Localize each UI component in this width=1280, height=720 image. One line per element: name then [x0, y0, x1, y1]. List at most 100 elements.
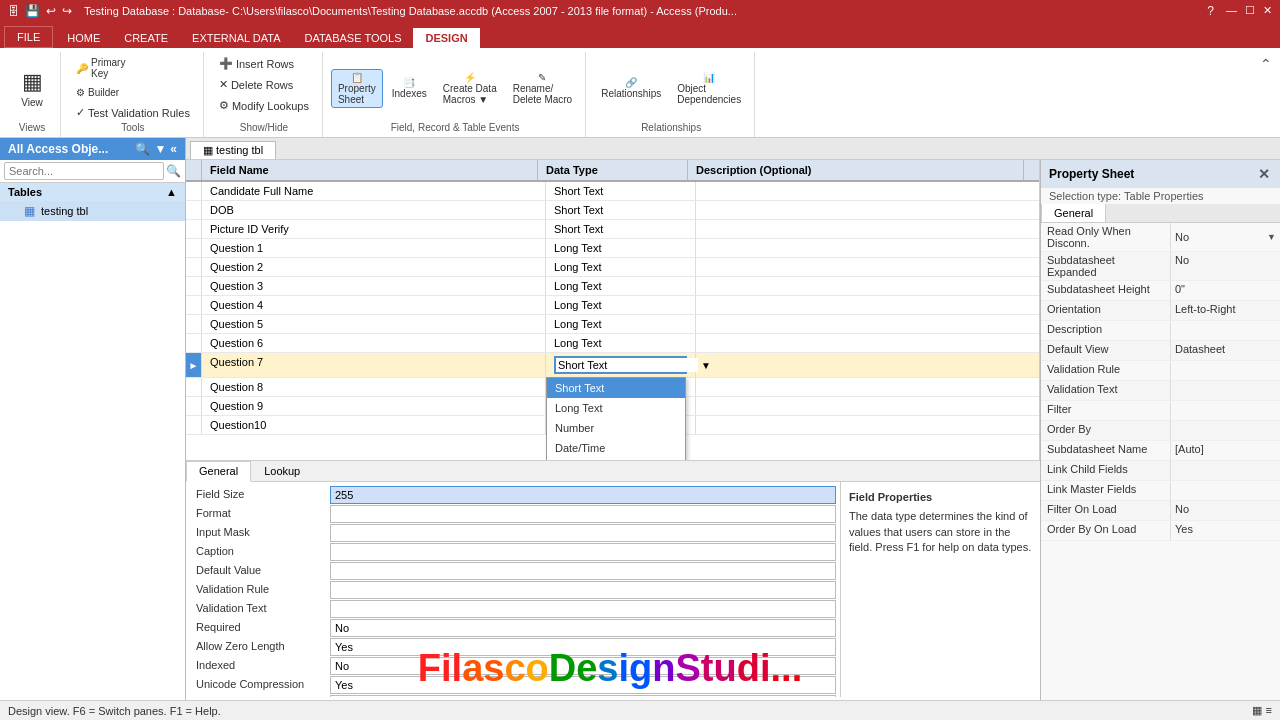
cell-description[interactable]: [696, 277, 1039, 295]
relationships-button[interactable]: 🔗 Relationships: [594, 74, 668, 102]
close-btn[interactable]: ✕: [1263, 4, 1272, 18]
fp-value[interactable]: [330, 543, 836, 561]
table-row[interactable]: Candidate Full NameShort Text: [186, 182, 1039, 201]
cell-fieldname[interactable]: DOB: [202, 201, 546, 219]
cell-fieldname[interactable]: Question 5: [202, 315, 546, 333]
cell-description[interactable]: [696, 416, 1039, 434]
fp-value[interactable]: Yes: [330, 638, 836, 656]
cell-datatype[interactable]: Short Text: [546, 182, 696, 200]
table-row[interactable]: Question 3Long Text: [186, 277, 1039, 296]
tab-home[interactable]: HOME: [55, 28, 112, 48]
cell-description[interactable]: [696, 334, 1039, 352]
quick-access-undo[interactable]: ↩: [46, 4, 56, 18]
cell-fieldname[interactable]: Question 4: [202, 296, 546, 314]
cell-fieldname[interactable]: Question10: [202, 416, 546, 434]
tab-external-data[interactable]: EXTERNAL DATA: [180, 28, 292, 48]
cell-datatype[interactable]: ▼Short TextLong TextNumberDate/TimeCurre…: [546, 353, 696, 377]
ps-dropdown-arrow[interactable]: ▼: [1267, 232, 1276, 242]
status-design-view-icon[interactable]: ▦: [1252, 704, 1262, 717]
cell-fieldname[interactable]: Candidate Full Name: [202, 182, 546, 200]
datatype-dropdown-arrow[interactable]: ▼: [698, 360, 714, 371]
table-row[interactable]: DOBShort Text: [186, 201, 1039, 220]
fp-tab-general[interactable]: General: [186, 461, 251, 482]
fp-value[interactable]: No: [330, 619, 836, 637]
nav-search-icon[interactable]: 🔍: [135, 142, 150, 156]
cell-description[interactable]: [696, 258, 1039, 276]
quick-access-redo[interactable]: ↪: [62, 4, 72, 18]
minimize-btn[interactable]: —: [1226, 4, 1237, 18]
delete-rows-button[interactable]: ✕ Delete Rows: [212, 75, 316, 94]
cell-description[interactable]: [696, 220, 1039, 238]
tab-design[interactable]: DESIGN: [413, 28, 479, 48]
nav-collapse-icon[interactable]: «: [170, 142, 177, 156]
fp-value[interactable]: [330, 562, 836, 580]
property-sheet-button[interactable]: 📋 PropertySheet: [331, 69, 383, 108]
nav-search-btn[interactable]: 🔍: [166, 164, 181, 178]
ps-value[interactable]: No▼: [1171, 223, 1280, 251]
cell-fieldname[interactable]: Question 2: [202, 258, 546, 276]
cell-description[interactable]: [696, 378, 1039, 396]
nav-menu-icon[interactable]: ▼: [154, 142, 166, 156]
cell-datatype[interactable]: Long Text: [546, 277, 696, 295]
dropdown-item[interactable]: Number: [547, 418, 685, 438]
tab-database-tools[interactable]: DATABASE TOOLS: [292, 28, 413, 48]
table-row[interactable]: Question 4Long Text: [186, 296, 1039, 315]
fp-value[interactable]: No: [330, 657, 836, 675]
dropdown-item[interactable]: Currency: [547, 458, 685, 460]
ps-tab-general[interactable]: General: [1041, 204, 1106, 222]
fp-value[interactable]: No Control: [330, 695, 836, 697]
cell-datatype[interactable]: Long Text: [546, 296, 696, 314]
cell-fieldname[interactable]: Question 9: [202, 397, 546, 415]
table-row[interactable]: Picture ID VerifyShort Text: [186, 220, 1039, 239]
table-row[interactable]: ►Question 7▼Short TextLong TextNumberDat…: [186, 353, 1039, 378]
cell-datatype[interactable]: Short Text: [546, 201, 696, 219]
fp-value[interactable]: [330, 505, 836, 523]
cell-description[interactable]: [696, 239, 1039, 257]
cell-description[interactable]: [696, 315, 1039, 333]
test-validation-button[interactable]: ✓ Test Validation Rules: [69, 103, 197, 122]
datatype-input[interactable]: [556, 358, 698, 372]
cell-description[interactable]: [696, 182, 1039, 200]
fp-value[interactable]: Yes: [330, 676, 836, 694]
nav-section-header[interactable]: Tables ▲: [0, 183, 185, 201]
cell-fieldname[interactable]: Picture ID Verify: [202, 220, 546, 238]
dropdown-item[interactable]: Date/Time: [547, 438, 685, 458]
cell-fieldname[interactable]: Question 6: [202, 334, 546, 352]
rename-delete-macro-button[interactable]: ✎ Rename/Delete Macro: [506, 69, 579, 108]
indexes-button[interactable]: 📑 Indexes: [385, 74, 434, 102]
cell-datatype[interactable]: Long Text: [546, 239, 696, 257]
table-row[interactable]: Question 2Long Text: [186, 258, 1039, 277]
doc-tab-testing[interactable]: ▦ testing tbl: [190, 141, 276, 159]
object-dependencies-button[interactable]: 📊 ObjectDependencies: [670, 69, 748, 108]
fp-value[interactable]: [330, 581, 836, 599]
cell-datatype[interactable]: Long Text: [546, 334, 696, 352]
cell-description[interactable]: [696, 296, 1039, 314]
nav-item-testing-tbl[interactable]: ▦ testing tbl: [0, 201, 185, 221]
status-datasheet-icon[interactable]: ≡: [1266, 704, 1272, 717]
table-row[interactable]: Question 1Long Text: [186, 239, 1039, 258]
modify-lookups-button[interactable]: ⚙ Modify Lookups: [212, 96, 316, 115]
dropdown-item[interactable]: Long Text: [547, 398, 685, 418]
fp-value[interactable]: [330, 524, 836, 542]
nav-search-input[interactable]: [4, 162, 164, 180]
quick-access-save[interactable]: 💾: [25, 4, 40, 18]
create-data-macros-button[interactable]: ⚡ Create DataMacros ▼: [436, 69, 504, 108]
cell-description[interactable]: [696, 201, 1039, 219]
table-row[interactable]: Question 6Long Text: [186, 334, 1039, 353]
cell-fieldname[interactable]: Question 7: [202, 353, 546, 377]
primary-key-button[interactable]: 🔑 PrimaryKey: [69, 54, 197, 82]
builder-button[interactable]: ⚙ Builder: [69, 84, 197, 101]
cell-description[interactable]: [696, 353, 1039, 377]
fp-tab-lookup[interactable]: Lookup: [251, 461, 313, 481]
view-button[interactable]: ▦ View: [10, 66, 54, 111]
ps-close-btn[interactable]: ✕: [1256, 166, 1272, 182]
cell-datatype[interactable]: Long Text: [546, 258, 696, 276]
help-icon[interactable]: ?: [1207, 4, 1214, 18]
cell-datatype[interactable]: Short Text: [546, 220, 696, 238]
insert-rows-button[interactable]: ➕ Insert Rows: [212, 54, 316, 73]
dropdown-item[interactable]: Short Text: [547, 378, 685, 398]
cell-datatype[interactable]: Long Text: [546, 315, 696, 333]
table-body[interactable]: Candidate Full NameShort TextDOBShort Te…: [186, 182, 1039, 460]
tab-create[interactable]: CREATE: [112, 28, 180, 48]
fp-value[interactable]: 255: [330, 486, 836, 504]
